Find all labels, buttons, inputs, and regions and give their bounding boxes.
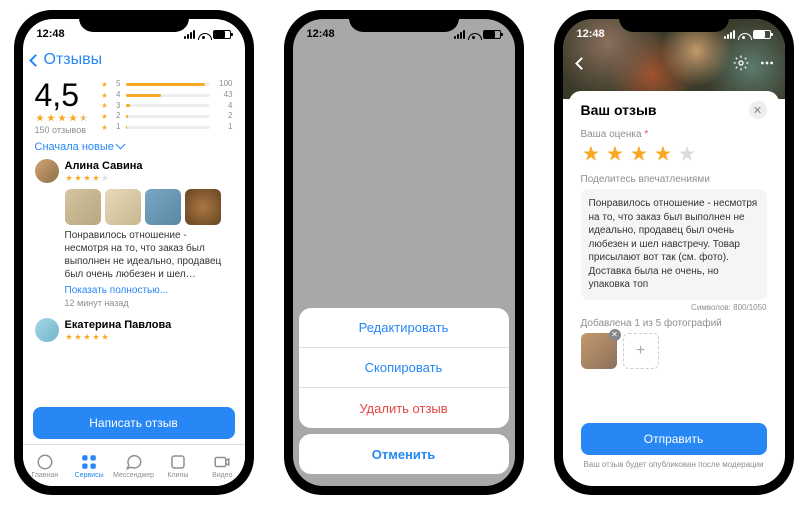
- close-icon[interactable]: ✕: [749, 101, 767, 119]
- review-stars: [65, 174, 143, 182]
- add-photo-button[interactable]: +: [623, 333, 659, 369]
- review-photo[interactable]: [65, 189, 101, 225]
- back-icon[interactable]: [575, 57, 588, 70]
- uploaded-photo[interactable]: ✕: [581, 333, 617, 369]
- status-icons: [184, 28, 231, 40]
- review-textarea[interactable]: Понравилось отношение - несмотря на то, …: [581, 189, 767, 300]
- rating-score: 4,5: [35, 79, 89, 111]
- action-delete[interactable]: Удалить отзыв: [299, 388, 509, 428]
- status-icons: [454, 28, 501, 40]
- battery-icon: [213, 30, 231, 39]
- card-title: Ваш отзыв: [581, 102, 657, 118]
- review-photo[interactable]: [145, 189, 181, 225]
- rating-label: Ваша оценка *: [581, 129, 767, 140]
- gear-icon[interactable]: [733, 55, 749, 71]
- reviewer-name[interactable]: Алина Савина: [65, 160, 143, 172]
- rating-breakdown: 5100443342211: [95, 79, 233, 135]
- action-copy[interactable]: Скопировать: [299, 348, 509, 388]
- reviewer-name[interactable]: Екатерина Павлова: [65, 319, 172, 331]
- signal-icon: [184, 30, 195, 39]
- chevron-down-icon: [115, 140, 125, 150]
- clock: 12:48: [577, 28, 605, 40]
- clock: 12:48: [307, 28, 335, 40]
- action-edit[interactable]: Редактировать: [299, 308, 509, 348]
- review-photo[interactable]: [105, 189, 141, 225]
- review-form: Ваш отзыв ✕ Ваша оценка * Поделитесь впе…: [569, 91, 779, 480]
- tab-home[interactable]: Главная: [23, 445, 67, 486]
- tab-video[interactable]: Видео: [200, 445, 244, 486]
- photos-label: Добавлена 1 из 5 фотографий: [581, 318, 767, 329]
- clock: 12:48: [37, 28, 65, 40]
- signal-icon: [454, 30, 465, 39]
- write-review-button[interactable]: Написать отзыв: [33, 407, 235, 439]
- battery-icon: [483, 30, 501, 39]
- signal-icon: [724, 30, 735, 39]
- page-title[interactable]: Отзывы: [44, 51, 103, 69]
- back-icon[interactable]: [29, 54, 42, 67]
- battery-icon: [753, 30, 771, 39]
- tab-messenger[interactable]: Мессенджер: [111, 445, 155, 486]
- wifi-icon: [198, 28, 210, 40]
- impressions-label: Поделитесь впечатлениями: [581, 174, 767, 185]
- tab-clips[interactable]: Клипы: [156, 445, 200, 486]
- char-count: Символов: 800/1050: [581, 303, 767, 312]
- submit-button[interactable]: Отправить: [581, 423, 767, 455]
- wifi-icon: [468, 28, 480, 40]
- review-text: Понравилось отношение - несмотря на то, …: [65, 229, 233, 281]
- delete-photo-icon[interactable]: ✕: [609, 329, 621, 341]
- moderation-note: Ваш отзыв будет опубликован после модера…: [581, 460, 767, 470]
- avatar[interactable]: [35, 318, 59, 342]
- review-time: 12 минут назад: [65, 298, 233, 308]
- sort-button[interactable]: Сначала новые: [23, 135, 245, 157]
- reviews-count: 150 отзывов: [35, 125, 89, 135]
- action-sheet: Редактировать Скопировать Удалить отзыв …: [299, 308, 509, 480]
- action-cancel[interactable]: Отменить: [299, 434, 509, 474]
- avatar[interactable]: [35, 159, 59, 183]
- tab-bar: Главная Сервисы Мессенджер Клипы Видео: [23, 444, 245, 486]
- rating-input[interactable]: [581, 144, 767, 164]
- tab-services[interactable]: Сервисы: [67, 445, 111, 486]
- review-stars: [65, 333, 172, 341]
- wifi-icon: [738, 28, 750, 40]
- status-icons: [724, 28, 771, 40]
- show-more-button[interactable]: Показать полностью...: [65, 285, 233, 296]
- review-photo[interactable]: [185, 189, 221, 225]
- rating-stars: [35, 113, 89, 123]
- more-icon[interactable]: [759, 55, 775, 71]
